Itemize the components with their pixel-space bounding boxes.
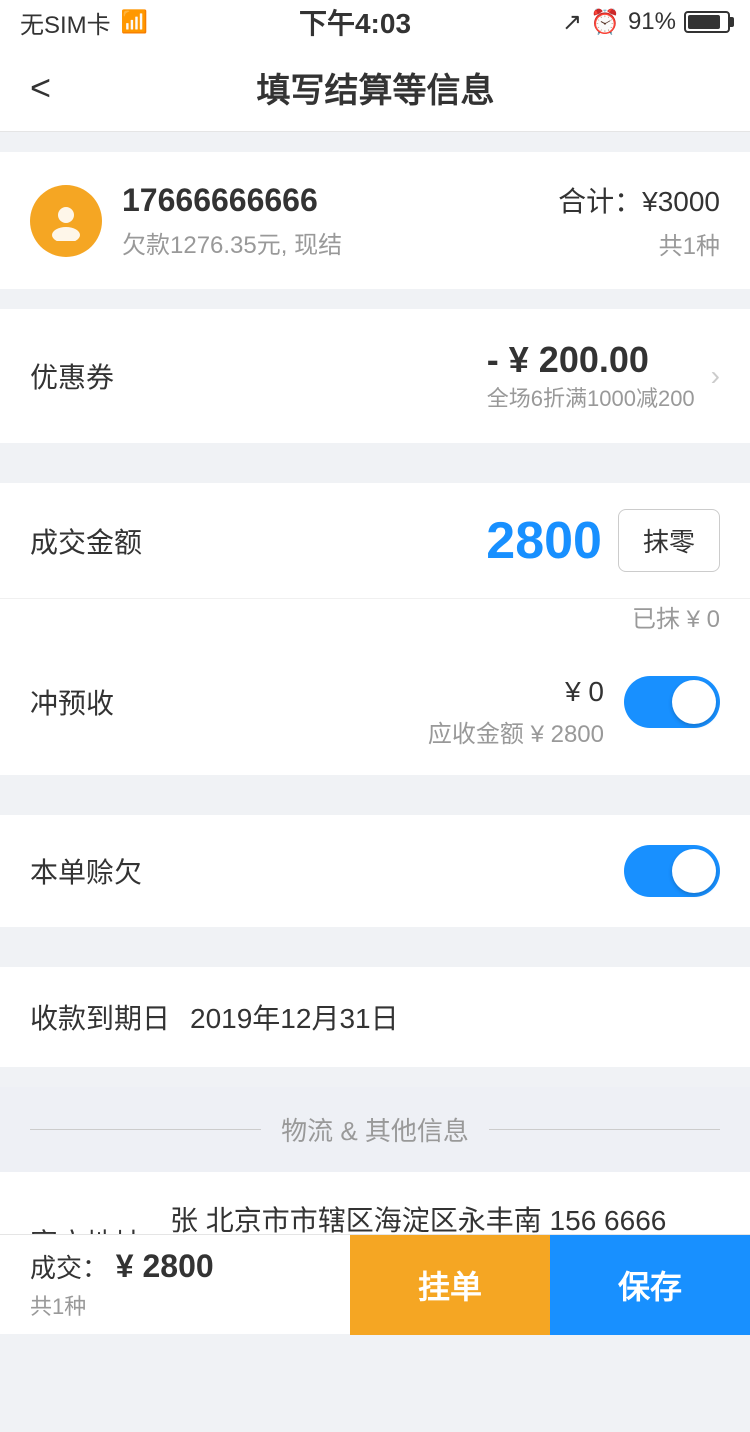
- divider-line-left: [30, 1129, 261, 1130]
- bottom-count: 共1种: [30, 1289, 320, 1321]
- logistics-divider: 物流 & 其他信息: [0, 1087, 750, 1172]
- deal-amount-value-area: 2800: [170, 511, 602, 571]
- customer-info: 17666666666 欠款1276.35元, 现结: [122, 182, 342, 260]
- round-down-button[interactable]: 抹零: [618, 509, 720, 572]
- pending-button[interactable]: 挂单: [350, 1235, 550, 1335]
- prepay-label: 冲预收: [30, 676, 170, 722]
- page-title: 填写结算等信息: [71, 63, 680, 112]
- divider-4: [0, 947, 750, 967]
- credit-toggle[interactable]: [624, 845, 720, 897]
- bottom-bar: 成交： ¥ 2800 共1种 挂单 保存: [0, 1234, 750, 1334]
- prepay-toggle-knob: [672, 680, 716, 724]
- status-time: 下午4:03: [299, 2, 411, 42]
- location-icon: ↗: [562, 8, 582, 37]
- deal-amount-value: 2800: [486, 512, 602, 570]
- credit-toggle-knob: [672, 849, 716, 893]
- alarm-icon: ⏰: [590, 8, 620, 37]
- back-button[interactable]: <: [30, 67, 51, 109]
- wifi-icon: 📶: [121, 9, 148, 35]
- customer-card: 17666666666 欠款1276.35元, 现结 合计：¥3000 共1种: [0, 152, 750, 289]
- chevron-right-icon: ›: [711, 360, 720, 392]
- battery-text: 91%: [628, 8, 676, 36]
- coupon-label: 优惠券: [30, 356, 114, 396]
- customer-right: 合计：¥3000 共1种: [558, 180, 720, 261]
- status-bar: 无SIM卡 📶 下午4:03 ↗ ⏰ 91%: [0, 0, 750, 44]
- credit-section: 本单赊欠: [0, 815, 750, 927]
- prepay-sub: 应收金额 ¥ 2800: [428, 714, 604, 749]
- coupon-sub: 全场6折满1000减200: [487, 381, 695, 413]
- divider-2: [0, 463, 750, 483]
- carrier-text: 无SIM卡: [20, 5, 111, 40]
- order-count: 共1种: [558, 226, 720, 261]
- deal-amount-section: 成交金额 2800 抹零 已抹 ¥ 0 冲预收 ¥ 0 应收金额 ¥ 2800: [0, 483, 750, 775]
- bottom-prefix: 成交：: [30, 1253, 108, 1283]
- divider-5: [0, 1067, 750, 1087]
- prepay-row: 冲预收 ¥ 0 应收金额 ¥ 2800: [0, 650, 750, 775]
- bottom-deal-amount: ¥ 2800: [116, 1248, 214, 1284]
- due-date-label: 收款到期日: [30, 997, 170, 1037]
- prepay-right: ¥ 0 应收金额 ¥ 2800: [170, 676, 720, 749]
- status-left: 无SIM卡 📶: [20, 5, 148, 40]
- prepay-values: ¥ 0 应收金额 ¥ 2800: [428, 676, 604, 749]
- divider-1: [0, 289, 750, 309]
- deal-amount-label: 成交金额: [30, 521, 170, 561]
- credit-label: 本单赊欠: [30, 851, 142, 891]
- deal-amount-row: 成交金额 2800 抹零: [0, 483, 750, 599]
- coupon-section: 优惠券 - ¥ 200.00 全场6折满1000减200 ›: [0, 309, 750, 443]
- bottom-amount-line: 成交： ¥ 2800: [30, 1248, 320, 1285]
- coupon-right: - ¥ 200.00 全场6折满1000减200 ›: [487, 339, 720, 413]
- customer-phone: 17666666666: [122, 182, 342, 219]
- status-right: ↗ ⏰ 91%: [562, 8, 730, 37]
- due-date-value: 2019年12月31日: [190, 997, 399, 1037]
- logistics-label: 物流 & 其他信息: [281, 1111, 469, 1148]
- coupon-row[interactable]: 优惠券 - ¥ 200.00 全场6折满1000减200 ›: [0, 309, 750, 443]
- credit-row: 本单赊欠: [0, 815, 750, 927]
- avatar: [30, 185, 102, 257]
- bottom-summary: 成交： ¥ 2800 共1种: [0, 1248, 350, 1321]
- prepay-toggle[interactable]: [624, 676, 720, 728]
- due-date-section: 收款到期日 2019年12月31日: [0, 967, 750, 1067]
- save-button[interactable]: 保存: [550, 1235, 750, 1335]
- prepay-amount: ¥ 0: [428, 676, 604, 708]
- customer-left: 17666666666 欠款1276.35元, 现结: [30, 182, 342, 260]
- already-rounded: 已抹 ¥ 0: [0, 599, 750, 650]
- customer-debt: 欠款1276.35元, 现结: [122, 225, 342, 260]
- coupon-value: - ¥ 200.00: [487, 339, 695, 381]
- divider-3: [0, 795, 750, 815]
- battery-icon: [684, 11, 730, 33]
- order-total: 合计：¥3000: [558, 180, 720, 220]
- nav-bar: < 填写结算等信息: [0, 44, 750, 132]
- divider-line-right: [489, 1129, 720, 1130]
